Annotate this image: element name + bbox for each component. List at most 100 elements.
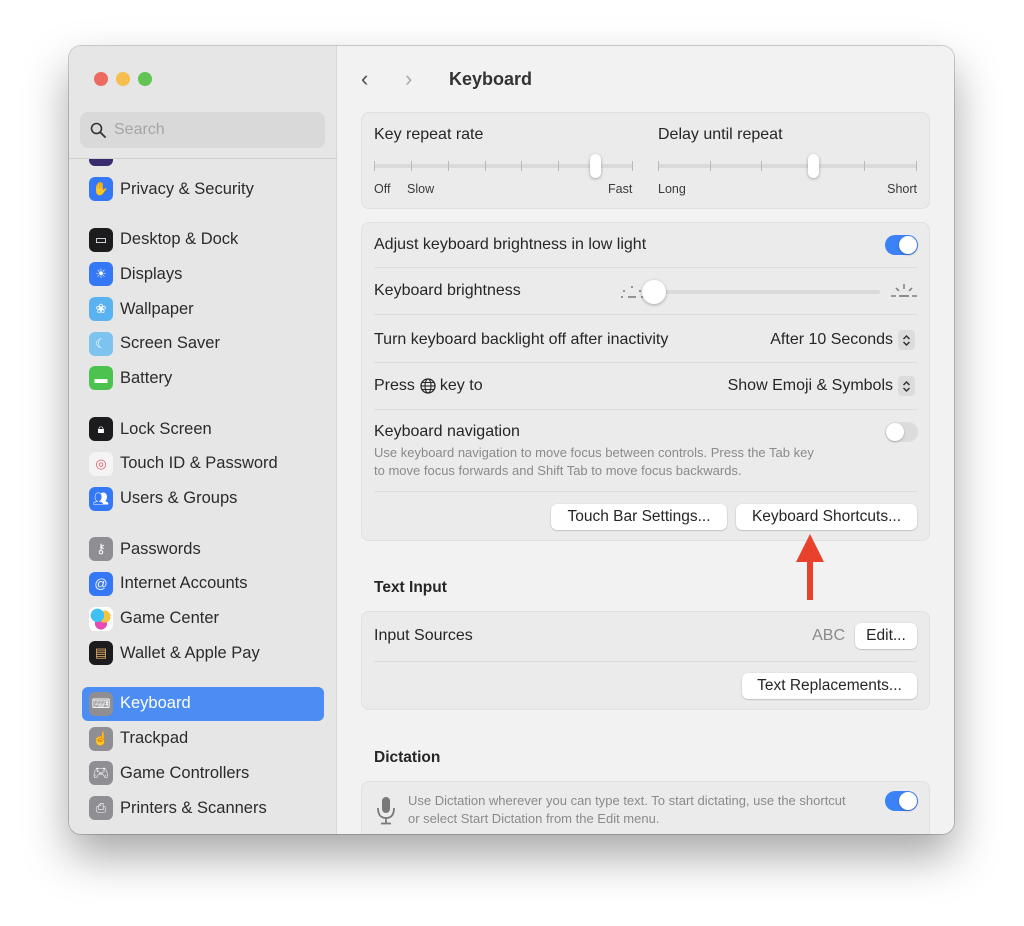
sidebar-item-passwords[interactable]: ⚷ Passwords: [82, 532, 324, 567]
sidebar-item-lock-screen[interactable]: 🔒︎ Lock Screen: [82, 412, 324, 447]
sidebar-item-game-center[interactable]: Game Center: [82, 601, 324, 636]
partially-hidden-icon: [89, 159, 113, 167]
slider-tick: [521, 161, 523, 171]
back-button[interactable]: ‹: [361, 66, 383, 92]
wallet-icon: ▤: [89, 641, 113, 666]
sidebar-item-displays[interactable]: ☀ Displays: [82, 257, 324, 292]
key-repeat-slider[interactable]: [374, 153, 633, 179]
sidebar-item-label: Users & Groups: [120, 489, 238, 508]
gamepad-icon: 🎮︎: [89, 761, 113, 786]
globe-icon: [420, 378, 436, 394]
slider-tick: [632, 161, 633, 171]
at-icon: @: [89, 571, 113, 596]
globe-key-popup[interactable]: Show Emoji & Symbols: [728, 376, 915, 396]
search-field[interactable]: [80, 112, 325, 148]
traffic-lights: [94, 72, 152, 86]
slider-tick: [374, 161, 375, 171]
adjust-brightness-toggle[interactable]: [885, 235, 918, 255]
text-input-heading: Text Input: [374, 579, 447, 596]
text-input-card: Input Sources ABC Edit... Text Replaceme…: [361, 611, 930, 710]
brightness-high-icon: [891, 284, 917, 297]
description-line: Use keyboard navigation to move focus be…: [374, 445, 814, 460]
sidebar-item-screen-saver[interactable]: ☾ Screen Saver: [82, 326, 324, 361]
key-repeat-label: Key repeat rate: [374, 126, 484, 143]
input-sources-value: ABC: [812, 627, 845, 644]
dictation-toggle[interactable]: [885, 791, 918, 811]
keyboard-navigation-label: Keyboard navigation: [374, 423, 520, 440]
sidebar-item-trackpad[interactable]: ☝ Trackpad: [82, 721, 324, 756]
sidebar-item-desktop-dock[interactable]: ▭ Desktop & Dock: [82, 222, 324, 257]
sidebar-item-printers-scanners[interactable]: ⎙ Printers & Scanners: [82, 791, 324, 826]
inactivity-popup[interactable]: After 10 Seconds: [770, 330, 915, 350]
brightness-slider-thumb[interactable]: [642, 280, 666, 304]
sidebar-item-label: Touch ID & Password: [120, 454, 278, 473]
printer-icon: ⎙: [89, 796, 113, 821]
page-title: Keyboard: [449, 68, 533, 89]
trackpad-icon: ☝: [89, 726, 113, 751]
press-globe-row: Press key to: [374, 377, 483, 395]
keyboard-navigation-toggle[interactable]: [885, 422, 918, 442]
fingerprint-icon: ◎: [89, 451, 113, 476]
keyboard-navigation-description: Use keyboard navigation to move focus be…: [374, 444, 814, 480]
delay-short-label: Short: [887, 182, 917, 196]
sidebar-item-keyboard[interactable]: ⌨ Keyboard: [82, 686, 324, 722]
description-line: Use Dictation wherever you can type text…: [408, 793, 846, 808]
key-repeat-slow-label: Slow: [407, 182, 435, 196]
sidebar-item-battery[interactable]: ▬ Battery: [82, 361, 324, 396]
flower-icon: ❀: [89, 297, 113, 322]
sidebar-item-wallet-apple-pay[interactable]: ▤ Wallet & Apple Pay: [82, 636, 324, 671]
toggle-knob: [886, 423, 904, 441]
row-separator: [374, 362, 917, 363]
keyboard-shortcuts-button[interactable]: Keyboard Shortcuts...: [736, 504, 917, 530]
sun-icon: ☀: [89, 262, 113, 287]
game-center-icon: [89, 606, 113, 631]
backlight-card: Adjust keyboard brightness in low light …: [361, 222, 930, 541]
users-icon: 👥︎: [89, 486, 113, 511]
sidebar-item-label: Battery: [120, 368, 173, 387]
minimize-button[interactable]: [116, 72, 130, 86]
adjust-brightness-label: Adjust keyboard brightness in low light: [374, 236, 647, 253]
delay-until-repeat-slider[interactable]: [658, 153, 917, 179]
slider-tick: [410, 161, 412, 171]
dock-icon: ▭: [89, 227, 113, 252]
screensaver-icon: ☾: [89, 331, 113, 356]
search-input[interactable]: [114, 121, 314, 139]
sidebar-item-label: Displays: [120, 264, 183, 283]
sidebar-item-users-groups[interactable]: 👥︎ Users & Groups: [82, 481, 324, 516]
sidebar-item-internet-accounts[interactable]: @ Internet Accounts: [82, 567, 324, 602]
slider-tick: [864, 161, 866, 171]
toggle-knob: [899, 236, 917, 254]
sidebar-item-label: Privacy & Security: [120, 179, 254, 198]
sidebar-item-hidden-item[interactable]: [82, 159, 324, 172]
inactivity-value: After 10 Seconds: [770, 331, 893, 348]
input-sources-edit-button[interactable]: Edit...: [855, 623, 917, 649]
slider-tick: [709, 161, 711, 171]
slider-tick: [447, 161, 449, 171]
slider-tick: [916, 161, 917, 171]
sidebar-item-label: Internet Accounts: [120, 574, 248, 593]
slider-track[interactable]: [658, 164, 917, 168]
text-replacements-button[interactable]: Text Replacements...: [742, 673, 917, 699]
zoom-button[interactable]: [138, 72, 152, 86]
close-button[interactable]: [94, 72, 108, 86]
sidebar-item-privacy-security[interactable]: ✋ Privacy & Security: [82, 172, 324, 207]
key-repeat-off-label: Off: [374, 182, 391, 196]
brightness-track[interactable]: [652, 290, 880, 294]
sidebar-item-label: Screen Saver: [120, 334, 220, 353]
sidebar-item-touch-id-password[interactable]: ◎ Touch ID & Password: [82, 447, 324, 482]
slider-thumb[interactable]: [590, 154, 602, 178]
description-line: to move focus forwards and Shift Tab to …: [374, 463, 742, 478]
slider-thumb[interactable]: [807, 154, 819, 178]
forward-button[interactable]: ›: [405, 66, 427, 92]
sidebar-item-game-controllers[interactable]: 🎮︎ Game Controllers: [82, 756, 324, 791]
main-pane: ‹ › Keyboard Key repeat rate Off Slow Fa…: [337, 46, 954, 834]
delay-long-label: Long: [658, 182, 686, 196]
sidebar-item-wallpaper[interactable]: ❀ Wallpaper: [82, 292, 324, 327]
touch-bar-settings-button[interactable]: Touch Bar Settings...: [551, 504, 727, 530]
slider-tick: [761, 161, 763, 171]
sidebar-nav: ✋ Privacy & Security ▭ Desktop & Dock ☀ Displ…: [69, 159, 337, 834]
microphone-icon: [377, 797, 395, 825]
